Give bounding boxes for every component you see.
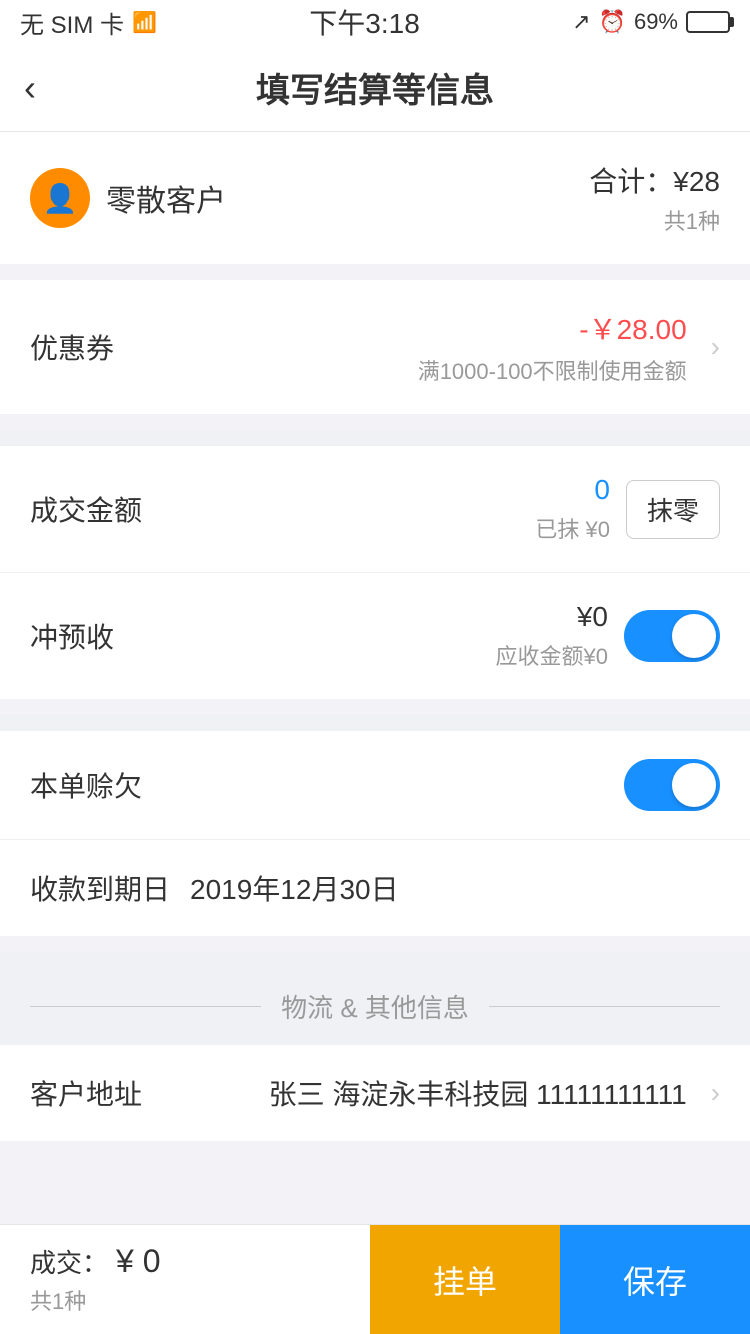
customer-left: 👤 零散客户 bbox=[30, 168, 226, 228]
bottom-transaction-amount: ¥ 0 bbox=[116, 1243, 160, 1280]
status-left: 无 SIM 卡 📶 bbox=[20, 5, 157, 40]
save-label: 保存 bbox=[623, 1257, 687, 1303]
coupon-value-col: -￥28.00 满1000-100不限制使用金额 bbox=[418, 308, 687, 386]
time-label: 下午3:18 bbox=[309, 2, 420, 42]
wifi-icon: 📶 bbox=[132, 10, 157, 35]
due-date-label: 收款到期日 bbox=[30, 868, 170, 908]
customer-right: 合计：¥28 共1种 bbox=[589, 160, 720, 236]
due-date-row: 收款到期日 2019年12月30日 bbox=[0, 840, 750, 936]
debt-section: 本单赊欠 收款到期日 2019年12月30日 bbox=[0, 731, 750, 936]
debt-label: 本单赊欠 bbox=[30, 765, 142, 805]
battery-percent: 69% bbox=[634, 9, 678, 35]
debt-toggle-knob bbox=[672, 763, 716, 807]
location-icon: ↗ bbox=[572, 9, 590, 35]
coupon-right: -￥28.00 满1000-100不限制使用金额 › bbox=[418, 308, 720, 386]
logistics-divider-row: 物流 & 其他信息 bbox=[0, 968, 750, 1045]
debt-right bbox=[624, 759, 720, 811]
prepayment-value-col: ¥0 应收金额¥0 bbox=[496, 601, 608, 671]
divider-line-right bbox=[489, 1006, 720, 1007]
divider1 bbox=[0, 430, 750, 446]
coupon-row[interactable]: 优惠券 -￥28.00 满1000-100不限制使用金额 › bbox=[0, 280, 750, 414]
transaction-label: 成交金额 bbox=[30, 489, 142, 529]
toggle-knob bbox=[672, 614, 716, 658]
prepayment-row: 冲预收 ¥0 应收金额¥0 bbox=[0, 573, 750, 699]
bottom-transaction-label: 成交： bbox=[30, 1243, 108, 1280]
address-right: 张三 海淀永丰科技园 11111111111 › bbox=[269, 1073, 720, 1113]
debt-row: 本单赊欠 bbox=[0, 731, 750, 840]
battery-icon bbox=[686, 11, 730, 33]
carrier-label: 无 SIM 卡 bbox=[20, 5, 124, 40]
hang-label: 挂单 bbox=[433, 1257, 497, 1303]
divider3 bbox=[0, 952, 750, 968]
coupon-section: 优惠券 -￥28.00 满1000-100不限制使用金额 › bbox=[0, 280, 750, 414]
nav-bar: ‹ 填写结算等信息 bbox=[0, 44, 750, 132]
due-date-value: 2019年12月30日 bbox=[190, 868, 399, 908]
bottom-left: 成交： ¥ 0 共1种 bbox=[0, 1243, 370, 1316]
customer-row: 👤 零散客户 合计：¥28 共1种 bbox=[0, 132, 750, 264]
coupon-label: 优惠券 bbox=[30, 327, 114, 367]
save-button[interactable]: 保存 bbox=[560, 1225, 750, 1334]
coupon-desc: 满1000-100不限制使用金额 bbox=[418, 354, 687, 386]
prepayment-label: 冲预收 bbox=[30, 616, 114, 656]
prepayment-toggle[interactable] bbox=[624, 610, 720, 662]
address-row[interactable]: 客户地址 张三 海淀永丰科技园 11111111111 › bbox=[0, 1045, 750, 1141]
customer-total: 合计：¥28 bbox=[589, 160, 720, 200]
address-section: 客户地址 张三 海淀永丰科技园 11111111111 › bbox=[0, 1045, 750, 1141]
divider2 bbox=[0, 715, 750, 731]
address-label: 客户地址 bbox=[30, 1073, 142, 1113]
round-zero-button[interactable]: 抹零 bbox=[626, 480, 720, 539]
prepayment-right: ¥0 应收金额¥0 bbox=[496, 601, 720, 671]
bottom-count: 共1种 bbox=[30, 1284, 340, 1316]
transaction-right: 0 已抹 ¥0 抹零 bbox=[535, 474, 720, 544]
prepayment-receivable: 应收金额¥0 bbox=[496, 639, 608, 671]
debt-toggle[interactable] bbox=[624, 759, 720, 811]
status-right: ↗ ⏰ 69% bbox=[572, 9, 730, 35]
address-chevron-icon: › bbox=[711, 1077, 720, 1109]
hang-button[interactable]: 挂单 bbox=[370, 1225, 560, 1334]
back-button[interactable]: ‹ bbox=[24, 67, 36, 109]
avatar: 👤 bbox=[30, 168, 90, 228]
customer-name: 零散客户 bbox=[106, 176, 226, 220]
coupon-discount: -￥28.00 bbox=[418, 308, 687, 348]
chevron-icon: › bbox=[711, 331, 720, 363]
transaction-deducted: 已抹 ¥0 bbox=[535, 512, 610, 544]
bottom-bar: 成交： ¥ 0 共1种 挂单 保存 bbox=[0, 1224, 750, 1334]
transaction-value: 0 bbox=[535, 474, 610, 506]
transaction-row: 成交金额 0 已抹 ¥0 抹零 bbox=[0, 446, 750, 573]
avatar-icon: 👤 bbox=[43, 182, 78, 215]
prepayment-amount: ¥0 bbox=[496, 601, 608, 633]
status-bar: 无 SIM 卡 📶 下午3:18 ↗ ⏰ 69% bbox=[0, 0, 750, 44]
divider-line-left bbox=[30, 1006, 261, 1007]
page-title: 填写结算等信息 bbox=[256, 63, 494, 112]
address-value: 张三 海淀永丰科技园 11111111111 bbox=[269, 1073, 687, 1113]
alarm-icon: ⏰ bbox=[599, 9, 626, 35]
transaction-value-col: 0 已抹 ¥0 bbox=[535, 474, 610, 544]
content-area: 👤 零散客户 合计：¥28 共1种 优惠券 -￥28.00 满1000-100不… bbox=[0, 132, 750, 1277]
customer-count: 共1种 bbox=[589, 204, 720, 236]
logistics-label: 物流 & 其他信息 bbox=[261, 988, 489, 1025]
transaction-section: 成交金额 0 已抹 ¥0 抹零 冲预收 ¥0 应收金额¥0 bbox=[0, 446, 750, 699]
